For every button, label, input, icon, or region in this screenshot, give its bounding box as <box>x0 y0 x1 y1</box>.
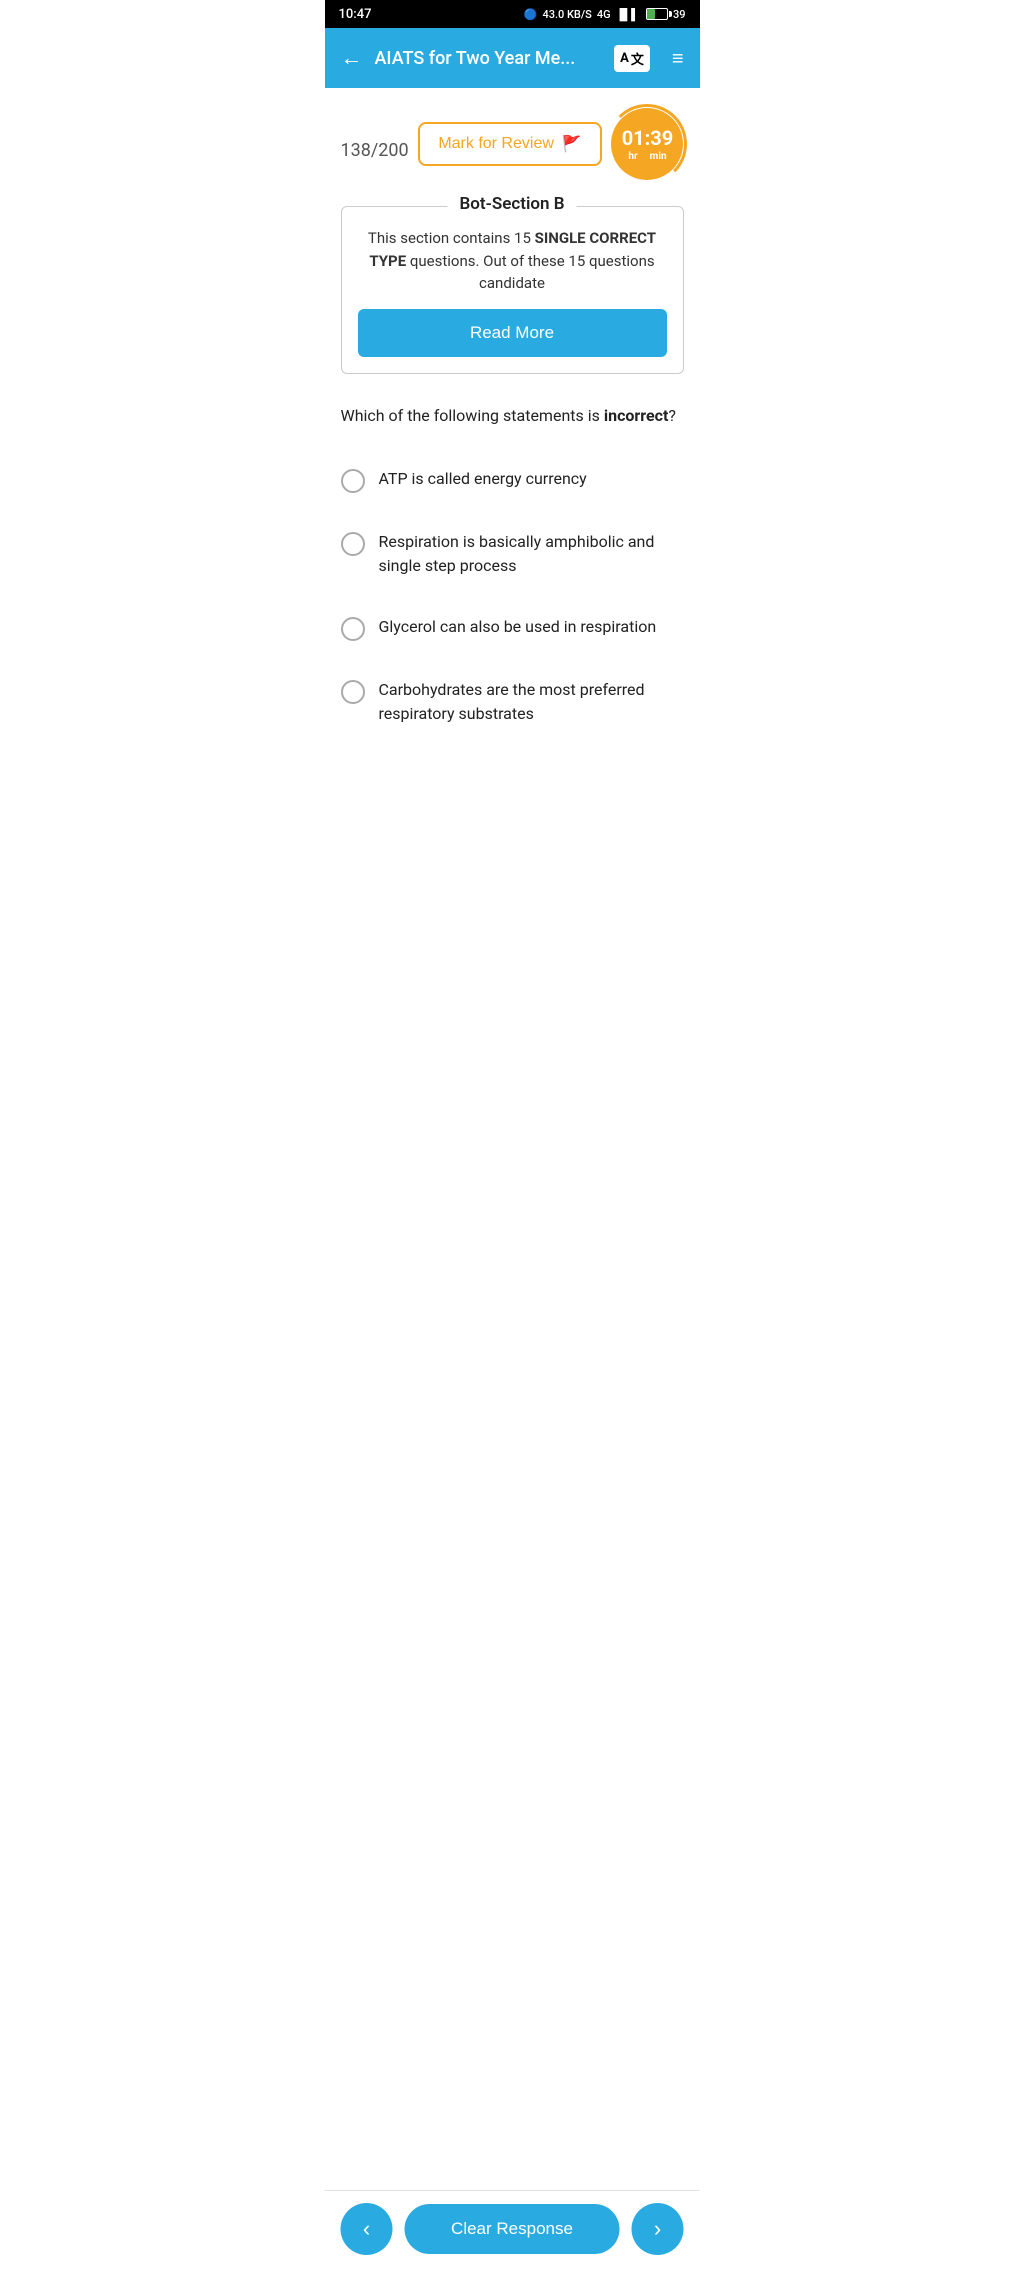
radio-c[interactable] <box>341 617 365 641</box>
back-button[interactable]: ← <box>341 45 363 71</box>
mark-for-review-button[interactable]: Mark for Review 🚩 <box>418 122 602 166</box>
radio-a[interactable] <box>341 469 365 493</box>
flag-icon: 🚩 <box>562 134 582 154</box>
section-box: Bot-Section B This section contains 15 S… <box>341 206 684 374</box>
timer-labels: hr min <box>628 151 666 162</box>
option-c-text: Glycerol can also be used in respiration <box>379 615 657 639</box>
translate-a: A <box>620 51 629 66</box>
question-text: Which of the following statements is inc… <box>325 394 700 448</box>
status-bar: 10:47 🔵 43.0 KB/S 4G ▐▌▌ 39 <box>325 0 700 28</box>
header-title: AIATS for Two Year Me... <box>375 48 603 69</box>
radio-d[interactable] <box>341 680 365 704</box>
app-header: ← AIATS for Two Year Me... A 文 ≡ <box>325 28 700 88</box>
menu-button[interactable]: ≡ <box>672 46 684 71</box>
question-counter: 138/200 <box>341 123 409 165</box>
status-time: 10:47 <box>339 7 372 22</box>
network-indicator: 4G <box>597 8 611 21</box>
battery-level: 39 <box>673 8 686 21</box>
option-a[interactable]: ATP is called energy currency <box>341 448 684 511</box>
mark-review-label: Mark for Review <box>438 135 554 153</box>
read-more-button[interactable]: Read More <box>358 309 667 357</box>
question-row: 138/200 Mark for Review 🚩 01:39 hr min <box>325 88 700 196</box>
timer-time: 01:39 <box>622 126 674 150</box>
section-title: Bot-Section B <box>447 194 576 214</box>
timer-hr-label: hr <box>628 151 637 162</box>
bluetooth-icon: 🔵 <box>524 8 538 21</box>
option-d[interactable]: Carbohydrates are the most preferred res… <box>341 659 684 744</box>
section-description: This section contains 15 SINGLE CORRECT … <box>358 227 667 295</box>
translate-button[interactable]: A 文 <box>614 45 650 72</box>
prev-button[interactable]: ‹ <box>341 2203 393 2255</box>
option-c[interactable]: Glycerol can also be used in respiration <box>341 596 684 659</box>
translate-icon: 文 <box>631 49 644 68</box>
options-list: ATP is called energy currency Respiratio… <box>325 448 700 744</box>
battery-icon <box>646 8 668 20</box>
option-b[interactable]: Respiration is basically amphibolic and … <box>341 511 684 596</box>
timer-min-label: min <box>650 151 667 162</box>
status-icons: 🔵 43.0 KB/S 4G ▐▌▌ 39 <box>524 8 686 21</box>
option-d-text: Carbohydrates are the most preferred res… <box>379 678 684 726</box>
radio-b[interactable] <box>341 532 365 556</box>
next-button[interactable]: › <box>632 2203 684 2255</box>
clear-response-button[interactable]: Clear Response <box>405 2204 620 2254</box>
option-a-text: ATP is called energy currency <box>379 467 587 491</box>
signal-icon: ▐▌▌ <box>616 8 639 21</box>
timer-circle: 01:39 hr min <box>611 108 683 180</box>
bottom-navigation: ‹ Clear Response › <box>325 2190 700 2275</box>
option-b-text: Respiration is basically amphibolic and … <box>379 530 684 578</box>
speed-indicator: 43.0 KB/S <box>542 8 591 21</box>
